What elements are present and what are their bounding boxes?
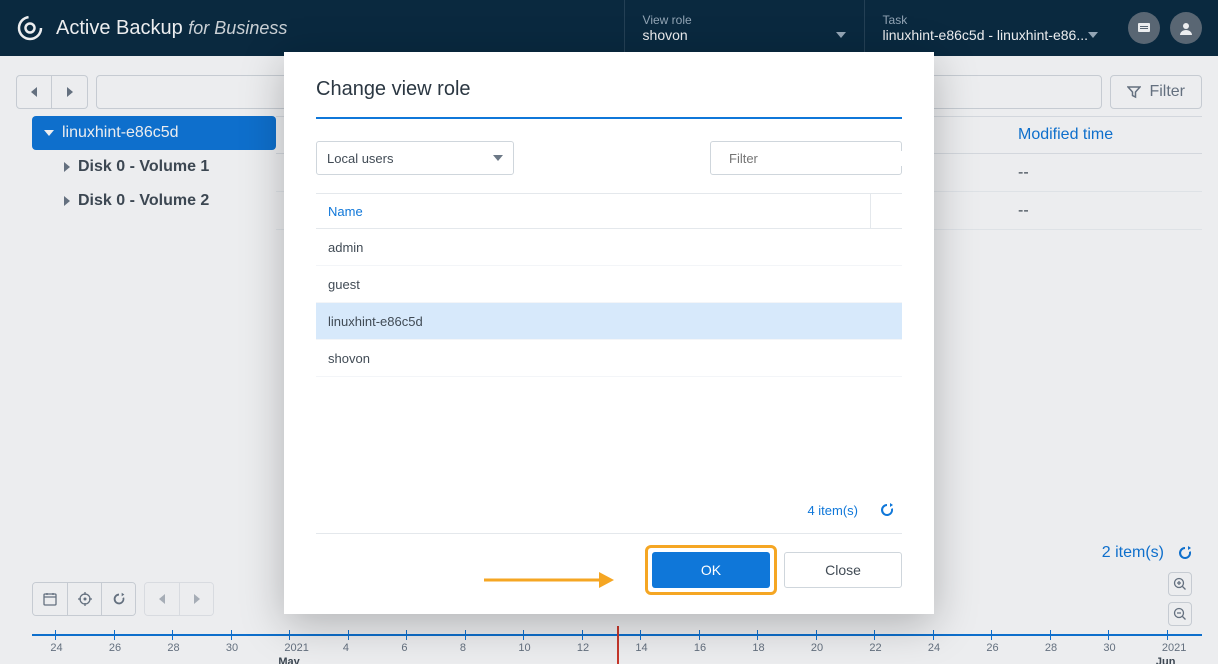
user-row[interactable]: linuxhint-e86c5d (316, 303, 902, 340)
divider (316, 117, 902, 119)
change-view-role-dialog: Change view role Local users Name adming… (284, 52, 934, 614)
user-row[interactable]: admin (316, 229, 902, 266)
user-row[interactable]: guest (316, 266, 902, 303)
user-filter-input[interactable] (729, 151, 905, 166)
user-filter-field[interactable] (710, 141, 902, 175)
user-table: Name adminguestlinuxhint-e86c5dshovon (316, 193, 902, 377)
ok-button[interactable]: OK (652, 552, 770, 588)
user-row[interactable]: shovon (316, 340, 902, 377)
dialog-actions: OK Close (316, 534, 902, 588)
chevron-down-icon (493, 155, 503, 161)
refresh-icon[interactable] (878, 501, 896, 519)
col-name[interactable]: Name (328, 204, 870, 219)
dialog-title: Change view role (316, 78, 902, 101)
dialog-status: 4 item(s) (316, 487, 902, 534)
user-type-select[interactable]: Local users (316, 141, 514, 175)
user-count: 4 item(s) (807, 503, 858, 518)
modal-scrim: Change view role Local users Name adming… (0, 0, 1218, 664)
annotation-arrow (484, 568, 614, 592)
close-button[interactable]: Close (784, 552, 902, 588)
select-value: Local users (327, 151, 393, 166)
user-table-header: Name (316, 193, 902, 229)
